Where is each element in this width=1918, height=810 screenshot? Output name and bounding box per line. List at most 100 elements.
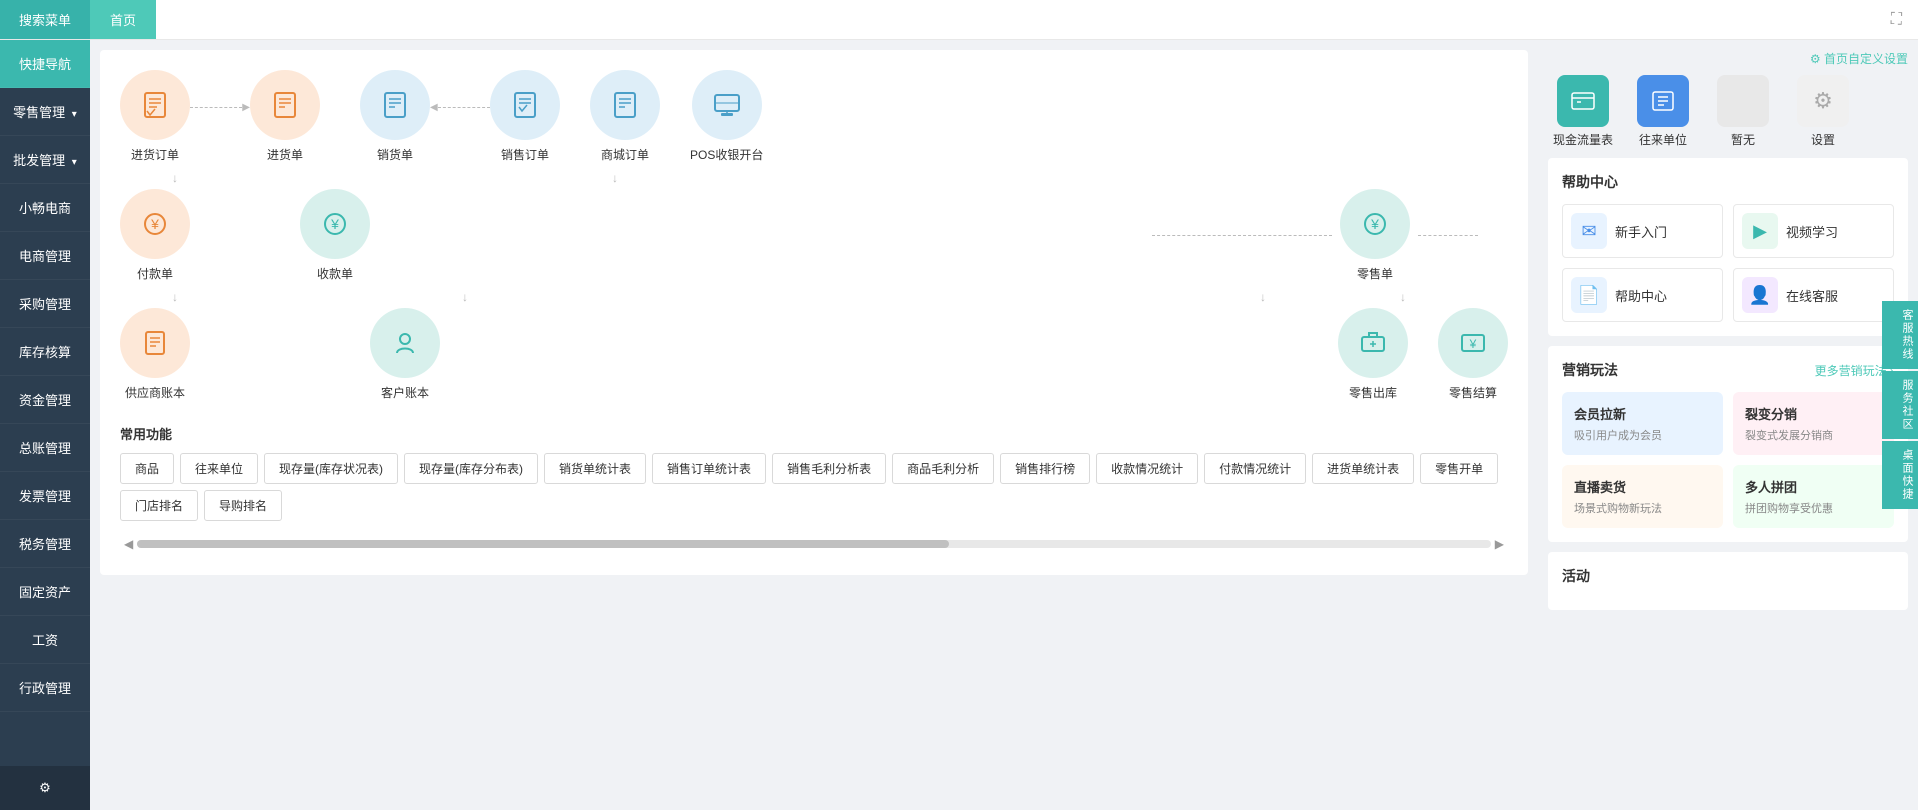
retail-settle-icon[interactable]: ¥ <box>1438 308 1508 378</box>
func-btn-sales-order-stat[interactable]: 销售订单统计表 <box>652 453 766 484</box>
func-btn-sales-rank[interactable]: 销售排行榜 <box>1000 453 1090 484</box>
func-btn-guide-rank[interactable]: 导购排名 <box>204 490 282 521</box>
func-btn-goods-profit[interactable]: 商品毛利分析 <box>892 453 994 484</box>
sidebar-item-retail[interactable]: 零售管理 ▾ <box>0 88 90 136</box>
sidebar-item-ecom-small[interactable]: 小畅电商 <box>0 184 90 232</box>
none-icon-box <box>1717 75 1769 127</box>
fission-sub: 裂变式发展分销商 <box>1745 427 1882 443</box>
float-btn-desktop[interactable]: 桌面快捷 <box>1882 441 1918 509</box>
sidebar-item-label: 总账管理 <box>19 441 71 456</box>
sidebar-item-tax[interactable]: 税务管理 <box>0 520 90 568</box>
purchase-bill-icon[interactable] <box>250 70 320 140</box>
customer-account-icon[interactable] <box>370 308 440 378</box>
supplier-account-icon[interactable] <box>120 308 190 378</box>
sales-bill-icon[interactable] <box>360 70 430 140</box>
help-item-online-service[interactable]: 👤 在线客服 <box>1733 268 1894 322</box>
scroll-bar-wrap: ◀ ▶ <box>120 533 1508 555</box>
fission-title: 裂变分销 <box>1745 404 1882 423</box>
sidebar-settings-button[interactable]: ⚙ <box>0 766 90 810</box>
sidebar-item-label: 工资 <box>32 633 58 648</box>
settings-icon-box: ⚙ <box>1797 75 1849 127</box>
main-layout: 快捷导航 零售管理 ▾ 批发管理 ▾ 小畅电商 电商管理 采购管理 库存核算 资… <box>0 40 1918 810</box>
flow-node-sales-bill: 销货单 <box>360 70 430 163</box>
scroll-right-button[interactable]: ▶ <box>1491 537 1508 551</box>
flow-node-receipt: ¥ 收款单 <box>300 189 370 282</box>
flow-node-purchase-bill: 进货单 <box>250 70 320 163</box>
sidebar-item-label: 采购管理 <box>19 297 71 312</box>
sidebar-item-inventory[interactable]: 库存核算 <box>0 328 90 376</box>
mall-order-icon[interactable] <box>590 70 660 140</box>
marketing-item-member[interactable]: 会员拉新 吸引用户成为会员 <box>1562 392 1723 455</box>
sidebar-item-label: 零售管理 <box>13 105 65 120</box>
func-btn-inventory-status[interactable]: 现存量(库存状况表) <box>264 453 398 484</box>
help-item-helpcenter[interactable]: 📄 帮助中心 <box>1562 268 1723 322</box>
func-btn-receipt-stat[interactable]: 收款情况统计 <box>1096 453 1198 484</box>
sidebar-item-label: 批发管理 <box>13 153 65 168</box>
float-btn-service[interactable]: 客服热线 <box>1882 301 1918 369</box>
fullscreen-icon[interactable]: ⛶ <box>1891 11 1902 28</box>
sales-order-icon[interactable] <box>490 70 560 140</box>
right-float-panel: 客服热线 服务社区 桌面快捷 <box>1882 301 1918 509</box>
sidebar-item-wholesale[interactable]: 批发管理 ▾ <box>0 136 90 184</box>
customize-settings-link[interactable]: ⚙ 首页自定义设置 <box>1548 50 1908 67</box>
online-service-label: 在线客服 <box>1786 286 1838 305</box>
float-btn-community[interactable]: 服务社区 <box>1882 371 1918 439</box>
retail-out-icon[interactable] <box>1338 308 1408 378</box>
pos-icon[interactable] <box>692 70 762 140</box>
sidebar-item-general-ledger[interactable]: 总账管理 <box>0 424 90 472</box>
sidebar-item-admin[interactable]: 行政管理 <box>0 664 90 712</box>
func-btn-sales-profit[interactable]: 销售毛利分析表 <box>772 453 886 484</box>
retail-order-icon[interactable]: ¥ <box>1340 189 1410 259</box>
marketing-item-fission[interactable]: 裂变分销 裂变式发展分销商 <box>1733 392 1894 455</box>
sidebar-item-finance[interactable]: 资金管理 <box>0 376 90 424</box>
func-btn-store-rank[interactable]: 门店排名 <box>120 490 198 521</box>
func-btn-goods[interactable]: 商品 <box>120 453 174 484</box>
purchase-order-icon[interactable] <box>120 70 190 140</box>
quick-icon-settings[interactable]: ⚙ 设置 <box>1788 75 1858 148</box>
video-icon: ▶ <box>1742 213 1778 249</box>
helpcenter-label: 帮助中心 <box>1615 286 1667 305</box>
scroll-left-button[interactable]: ◀ <box>120 537 137 551</box>
home-tab[interactable]: 首页 <box>90 0 156 39</box>
func-btn-contacts[interactable]: 往来单位 <box>180 453 258 484</box>
marketing-item-group[interactable]: 多人拼团 拼团购物享受优惠 <box>1733 465 1894 528</box>
sidebar-item-purchase[interactable]: 采购管理 <box>0 280 90 328</box>
func-btn-payment-stat[interactable]: 付款情况统计 <box>1204 453 1306 484</box>
sidebar-item-ecom-mgmt[interactable]: 电商管理 <box>0 232 90 280</box>
search-menu-button[interactable]: 搜索菜单 <box>0 0 90 39</box>
content-area: 进货订单 ▶ 进货单 <box>90 40 1918 810</box>
sidebar-item-label: 行政管理 <box>19 681 71 696</box>
member-sub: 吸引用户成为会员 <box>1574 427 1711 443</box>
sidebar-item-label: 小畅电商 <box>19 201 71 216</box>
purchase-bill-label: 进货单 <box>267 146 303 163</box>
quick-icon-cashflow[interactable]: 现金流量表 <box>1548 75 1618 148</box>
sidebar-item-payroll[interactable]: 工资 <box>0 616 90 664</box>
receipt-icon[interactable]: ¥ <box>300 189 370 259</box>
flow-node-supplier-account: 供应商账本 <box>120 308 190 401</box>
group-title: 多人拼团 <box>1745 477 1882 496</box>
flow-node-pos: POS收银开台 <box>690 70 763 163</box>
payment-icon[interactable]: ¥ <box>120 189 190 259</box>
marketing-item-live[interactable]: 直播卖货 场景式购物新玩法 <box>1562 465 1723 528</box>
scroll-bar[interactable] <box>137 540 1491 548</box>
func-btn-retail-order[interactable]: 零售开单 <box>1420 453 1498 484</box>
sidebar-item-fixed-assets[interactable]: 固定资产 <box>0 568 90 616</box>
cashflow-label: 现金流量表 <box>1553 131 1613 148</box>
sidebar: 快捷导航 零售管理 ▾ 批发管理 ▾ 小畅电商 电商管理 采购管理 库存核算 资… <box>0 40 90 810</box>
quick-icon-none[interactable]: 暂无 <box>1708 75 1778 148</box>
sidebar-item-invoice[interactable]: 发票管理 <box>0 472 90 520</box>
func-btn-sales-stat[interactable]: 销货单统计表 <box>544 453 646 484</box>
func-btn-inventory-dist[interactable]: 现存量(库存分布表) <box>404 453 538 484</box>
help-item-video[interactable]: ▶ 视频学习 <box>1733 204 1894 258</box>
helpcenter-icon: 📄 <box>1571 277 1607 313</box>
main-panel: 进货订单 ▶ 进货单 <box>90 40 1538 810</box>
cashflow-icon <box>1557 75 1609 127</box>
help-item-beginner[interactable]: ✉ 新手入门 <box>1562 204 1723 258</box>
sidebar-item-label: 快捷导航 <box>19 57 71 72</box>
func-btn-purchase-stat[interactable]: 进货单统计表 <box>1312 453 1414 484</box>
contacts-icon <box>1637 75 1689 127</box>
beginner-icon: ✉ <box>1571 213 1607 249</box>
receipt-label: 收款单 <box>317 265 353 282</box>
quick-icon-contacts[interactable]: 往来单位 <box>1628 75 1698 148</box>
sidebar-item-quick-nav[interactable]: 快捷导航 <box>0 40 90 88</box>
